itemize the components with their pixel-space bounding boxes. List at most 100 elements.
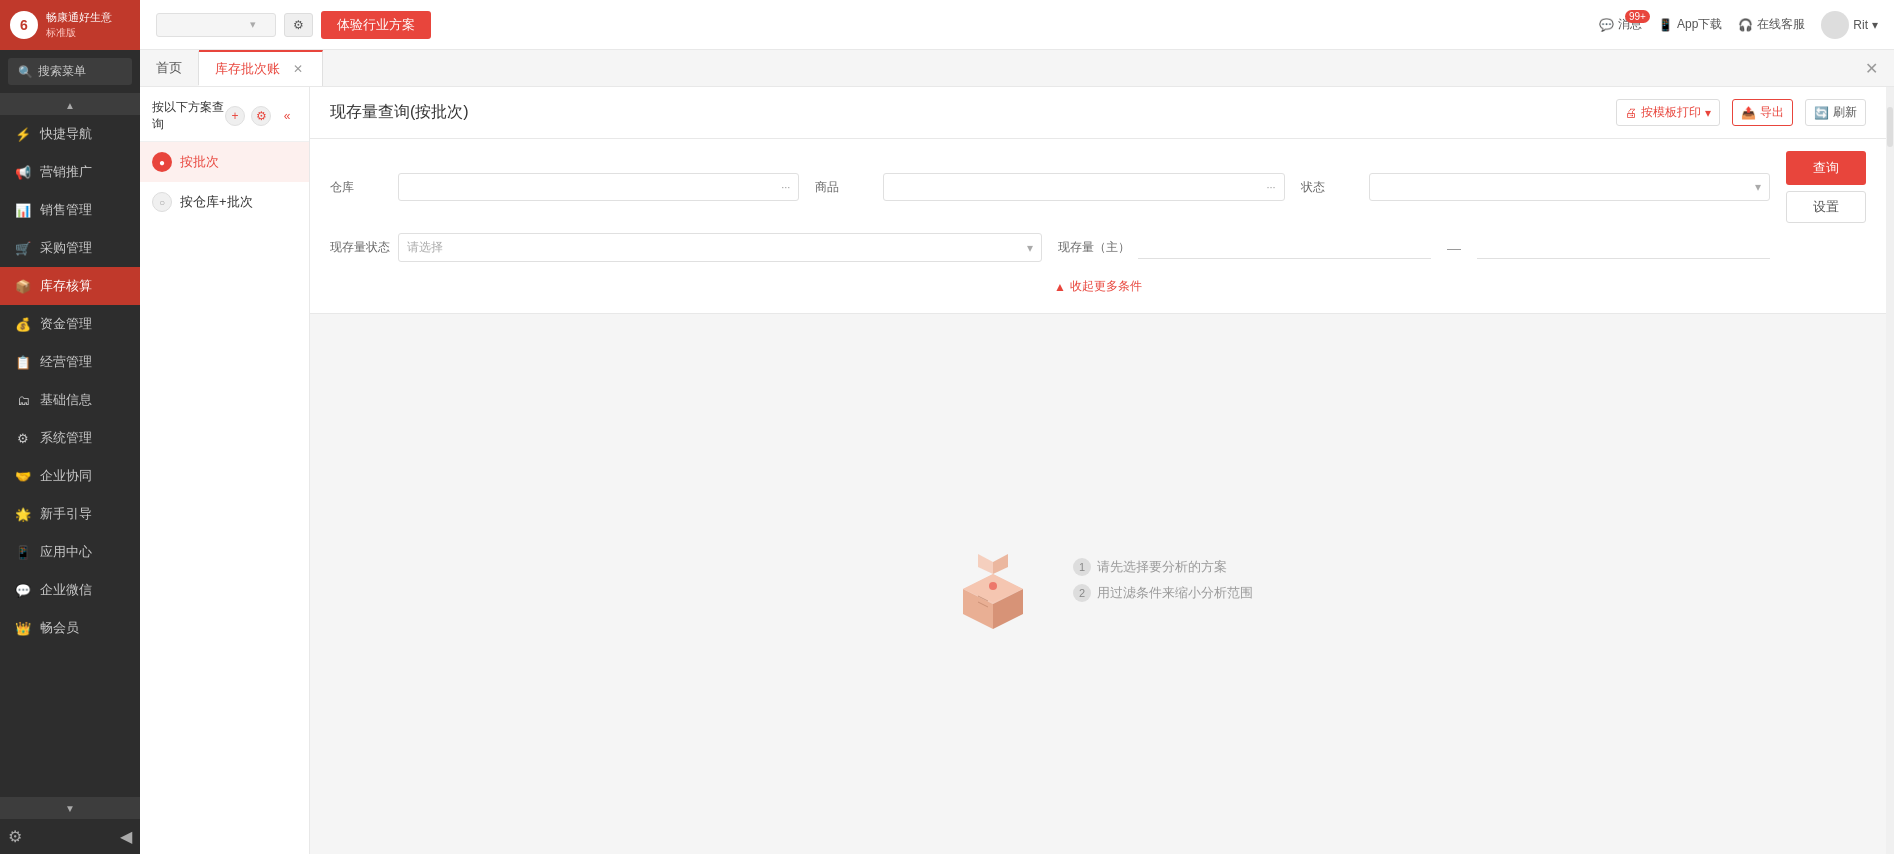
right-content: 现存量查询(按批次) 🖨 按模板打印 ▾ 📤 导出 🔄 刷新 [310,87,1886,854]
status-filter: 状态 ▾ [1301,173,1770,201]
search-icon: 🔍 [18,65,33,79]
user-name: Rit [1853,18,1868,32]
left-panel-collapse-button[interactable]: « [277,106,297,126]
export-button[interactable]: 📤 导出 [1732,99,1793,126]
stock-qty-label: 现存量（主） [1058,239,1130,256]
sidebar-item-label: 畅会员 [40,619,79,637]
filter-row-1: 仓库 ··· 商品 ··· [330,151,1866,223]
sidebar-item-purchase[interactable]: 🛒 采购管理 [0,229,140,267]
tabbar: 首页 库存批次账 ✕ ✕ [140,50,1894,87]
print-button[interactable]: 🖨 按模板打印 ▾ [1616,99,1720,126]
avatar [1821,11,1849,39]
scroll-up-icon: ▲ [65,100,75,111]
sidebar-item-shortcut[interactable]: ⚡ 快捷导航 [0,115,140,153]
empty-tips: 1 请先选择要分析的方案 2 用过滤条件来缩小分析范围 [1073,558,1253,610]
collapse-more-button[interactable]: ▲ 收起更多条件 [330,272,1866,301]
company-name: 畅康通好生意 [46,10,112,25]
sidebar-scroll-down[interactable]: ▼ [0,797,140,818]
sidebar-item-newuser[interactable]: 🌟 新手引导 [0,495,140,533]
right-scrollbar[interactable] [1886,87,1894,854]
left-panel-settings-button[interactable]: ⚙ [251,106,271,126]
sidebar: 6 畅康通好生意 标准版 🔍 搜索菜单 ▲ ⚡ 快捷导航 📢 营销推广 📊 销售… [0,0,140,854]
warehouse-more-icon: ··· [781,181,790,193]
sidebar-item-basic[interactable]: 🗂 基础信息 [0,381,140,419]
sidebar-item-member[interactable]: 👑 畅会员 [0,609,140,647]
topbar-gear-button[interactable]: ⚙ [284,13,313,37]
messages-badge: 99+ [1625,10,1650,23]
tip-text-1: 请先选择要分析的方案 [1097,558,1227,576]
app-name-block: 畅康通好生意 标准版 [46,10,112,39]
empty-state: 1 请先选择要分析的方案 2 用过滤条件来缩小分析范围 [310,314,1886,854]
stock-qty-to-input[interactable] [1477,236,1770,259]
sidebar-item-enterprise[interactable]: 🤝 企业协同 [0,457,140,495]
operations-icon: 📋 [14,353,32,371]
service-icon: 🎧 [1738,18,1753,32]
sidebar-settings-button[interactable]: ⚙ [8,827,22,846]
close-icon[interactable]: ✕ [290,61,306,77]
topbar-search-input[interactable] [165,18,245,32]
enterprise-icon: 🤝 [14,467,32,485]
tab-inventory-batch[interactable]: 库存批次账 ✕ [199,50,323,86]
batch-item-label: 按批次 [180,153,219,171]
sidebar-nav: ⚡ 快捷导航 📢 营销推广 📊 销售管理 🛒 采购管理 📦 库存核算 💰 资金管… [0,115,140,797]
sidebar-item-label: 销售管理 [40,201,92,219]
warehouse-input[interactable]: ··· [398,173,799,201]
sidebar-item-label: 经营管理 [40,353,92,371]
empty-illustration [943,534,1043,634]
left-panel-header: 按以下方案查询 + ⚙ « [140,87,309,142]
online-service-button[interactable]: 🎧 在线客服 [1738,16,1805,33]
scroll-thumb [1887,107,1893,147]
product-filter: 商品 ··· [815,173,1284,201]
tab-home[interactable]: 首页 [140,51,199,85]
tip-num-2: 2 [1073,584,1091,602]
sidebar-item-operations[interactable]: 📋 经营管理 [0,343,140,381]
sidebar-item-finance[interactable]: 💰 资金管理 [0,305,140,343]
sidebar-item-label: 应用中心 [40,543,92,561]
messages-button[interactable]: 💬 消息 99+ [1599,16,1642,33]
export-label: 导出 [1760,104,1784,121]
sidebar-item-inventory[interactable]: 📦 库存核算 [0,267,140,305]
sidebar-item-marketing[interactable]: 📢 营销推广 [0,153,140,191]
online-service-label: 在线客服 [1757,16,1805,33]
topbar-right: 💬 消息 99+ 📱 App下载 🎧 在线客服 Rit ▾ [1599,11,1878,39]
warehouse-label: 仓库 [330,179,390,196]
shortcut-icon: ⚡ [14,125,32,143]
stock-status-label: 现存量状态 [330,239,390,256]
tip-num-1: 1 [1073,558,1091,576]
sidebar-item-sales[interactable]: 📊 销售管理 [0,191,140,229]
try-industry-button[interactable]: 体验行业方案 [321,11,431,39]
left-panel-item-by-warehouse-batch[interactable]: ○ 按仓库+批次 [140,182,309,222]
set-button[interactable]: 设置 [1786,191,1866,223]
qty-dash: — [1439,240,1469,256]
close-main-button[interactable]: ✕ [1849,51,1894,86]
search-chevron-icon: ▾ [250,18,256,31]
left-panel-title: 按以下方案查询 [152,99,225,133]
product-input[interactable]: ··· [883,173,1284,201]
status-select[interactable]: ▾ [1369,173,1770,201]
sidebar-item-label: 系统管理 [40,429,92,447]
empty-box-svg [943,534,1043,634]
export-icon: 📤 [1741,106,1756,120]
tab-close-button[interactable]: ✕ [290,61,306,77]
sidebar-item-wechat[interactable]: 💬 企业微信 [0,571,140,609]
sidebar-item-apps[interactable]: 📱 应用中心 [0,533,140,571]
topbar-search-area: ▾ [156,13,276,37]
system-icon: ⚙ [14,429,32,447]
sidebar-item-label: 营销推广 [40,163,92,181]
stock-status-select[interactable]: 请选择 ▾ [398,233,1042,262]
left-panel-add-button[interactable]: + [225,106,245,126]
sidebar-scroll-up[interactable]: ▲ [0,94,140,115]
sidebar-collapse-button[interactable]: ◀ [120,827,132,846]
stock-qty-from-input[interactable] [1138,236,1431,259]
left-panel-item-by-batch[interactable]: ● 按批次 [140,142,309,182]
sidebar-item-system[interactable]: ⚙ 系统管理 [0,419,140,457]
app-download-button[interactable]: 📱 App下载 [1658,16,1722,33]
query-button[interactable]: 查询 [1786,151,1866,185]
refresh-label: 刷新 [1833,104,1857,121]
user-profile-button[interactable]: Rit ▾ [1821,11,1878,39]
wechat-icon: 💬 [14,581,32,599]
refresh-button[interactable]: 🔄 刷新 [1805,99,1866,126]
sidebar-search-button[interactable]: 🔍 搜索菜单 [8,58,132,85]
app-icon: 📱 [1658,18,1673,32]
warehouse-filter: 仓库 ··· [330,173,799,201]
